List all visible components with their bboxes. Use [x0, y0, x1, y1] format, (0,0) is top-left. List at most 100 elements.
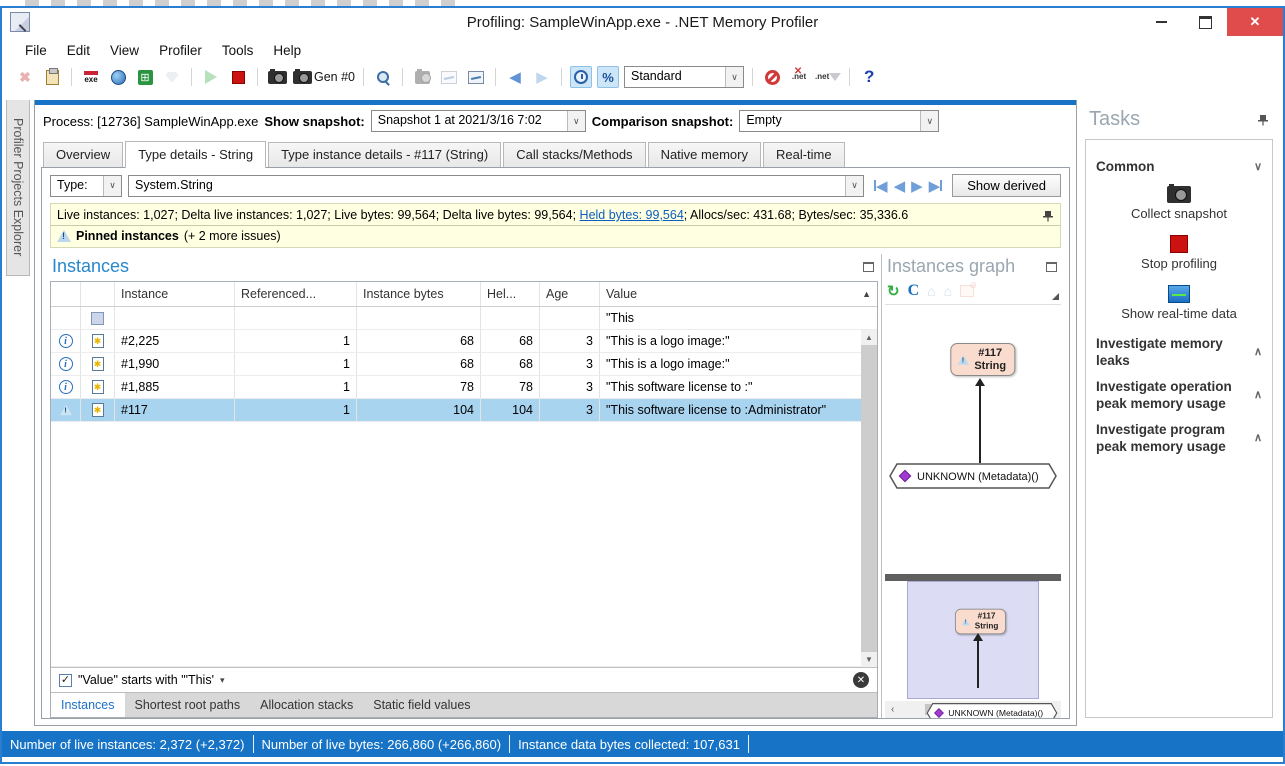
- help-icon[interactable]: ?: [858, 66, 880, 88]
- next-type-icon[interactable]: ▶: [911, 177, 923, 195]
- rotate-graph-icon[interactable]: C: [908, 282, 920, 300]
- collect-gen0-snapshot-icon[interactable]: Gen #0: [293, 66, 355, 88]
- compare-snapshots-icon[interactable]: [411, 66, 433, 88]
- col-age[interactable]: Age: [540, 282, 600, 306]
- tab-native-memory[interactable]: Native memory: [648, 142, 761, 167]
- scroll-down-icon[interactable]: ▼: [865, 652, 873, 667]
- graph-node-117[interactable]: #117String: [950, 343, 1015, 376]
- expand-referenced-icon[interactable]: ⌂: [944, 283, 952, 299]
- abort-session-icon[interactable]: ✖: [14, 66, 36, 88]
- table-row[interactable]: i ✱ #2,225 1 68 68 3 "This is a logo ima…: [51, 330, 877, 353]
- type-name-combobox[interactable]: System.String∨: [128, 175, 864, 197]
- block-allocations-icon[interactable]: [761, 66, 783, 88]
- col-held[interactable]: Hel...: [481, 282, 540, 306]
- panel-splitter[interactable]: [878, 254, 885, 718]
- tasks-section-common[interactable]: Common∨: [1096, 158, 1262, 176]
- tab-type-details[interactable]: Type details - String: [125, 141, 266, 168]
- info-icon[interactable]: i: [59, 380, 73, 394]
- col-value[interactable]: Value▲: [600, 282, 877, 306]
- collect-snapshot-task[interactable]: Collect snapshot: [1096, 186, 1262, 221]
- btab-instances[interactable]: Instances: [51, 693, 125, 717]
- filter-dropdown-icon[interactable]: ▾: [220, 675, 225, 686]
- show-rates-icon[interactable]: [570, 66, 592, 88]
- scroll-left-icon[interactable]: ‹: [885, 704, 900, 715]
- stop-profiling-icon[interactable]: [227, 66, 249, 88]
- navigate-back-icon[interactable]: ◀: [504, 66, 526, 88]
- profile-web-icon[interactable]: [107, 66, 129, 88]
- info-icon[interactable]: i: [59, 357, 73, 371]
- col-referenced[interactable]: Referenced...: [235, 282, 357, 306]
- export-excel-icon[interactable]: ⊞: [134, 66, 156, 88]
- import-session-icon[interactable]: [161, 66, 183, 88]
- clear-filter-icon[interactable]: ✕: [853, 672, 869, 688]
- scroll-thumb[interactable]: [861, 345, 877, 652]
- tasks-section-operation-peak[interactable]: Investigate operation peak memory usage∧: [1096, 378, 1262, 413]
- filter-kind-select[interactable]: Type:∨: [50, 175, 122, 197]
- navigate-forward-icon[interactable]: ▶: [531, 66, 553, 88]
- expand-referencers-icon[interactable]: ⌂: [927, 283, 935, 299]
- view-preset-select[interactable]: Standard∨: [624, 66, 744, 88]
- tab-type-instance-details[interactable]: Type instance details - #117 (String): [268, 142, 501, 167]
- last-type-icon[interactable]: ▶: [929, 177, 943, 195]
- filter-description[interactable]: "Value" starts with '"This': [78, 673, 214, 687]
- menu-help[interactable]: Help: [264, 40, 310, 61]
- paste-icon[interactable]: [41, 66, 63, 88]
- graph-maximize-icon[interactable]: [1046, 262, 1057, 272]
- table-row[interactable]: i ✱ #1,885 1 78 78 3 "This software lice…: [51, 376, 877, 399]
- tasks-section-program-peak[interactable]: Investigate program peak memory usage∧: [1096, 421, 1262, 456]
- show-percent-icon[interactable]: %: [597, 66, 619, 88]
- realtime-graph-icon[interactable]: [465, 66, 487, 88]
- tasks-section-memory-leaks[interactable]: Investigate memory leaks∧: [1096, 335, 1262, 370]
- table-row[interactable]: i ✱ #1,990 1 68 68 3 "This is a logo ima…: [51, 353, 877, 376]
- tab-call-stacks[interactable]: Call stacks/Methods: [503, 142, 645, 167]
- tab-real-time[interactable]: Real-time: [763, 142, 845, 167]
- menu-tools[interactable]: Tools: [213, 40, 263, 61]
- graph-minimap[interactable]: #117String UNKNOWN (Metadata)(): [907, 581, 1039, 699]
- maximize-button[interactable]: [1183, 8, 1227, 36]
- show-derived-button[interactable]: Show derived: [952, 174, 1061, 197]
- snapshot-chart-icon[interactable]: [438, 66, 460, 88]
- tab-overview[interactable]: Overview: [43, 142, 123, 167]
- filter-net-types-icon[interactable]: .net: [815, 66, 841, 88]
- instances-maximize-icon[interactable]: [863, 262, 874, 272]
- show-realtime-data-task[interactable]: Show real-time data: [1096, 285, 1262, 321]
- show-snapshot-select[interactable]: Snapshot 1 at 2021/3/16 7:02∨: [371, 110, 586, 132]
- hide-net-types-icon[interactable]: .net✕: [788, 66, 810, 88]
- filter-row[interactable]: "This: [51, 307, 877, 330]
- table-row-selected[interactable]: ✱ #117 1 104 104 3 "This software licens…: [51, 399, 877, 422]
- start-profiling-icon[interactable]: [200, 66, 222, 88]
- col-instance-bytes[interactable]: Instance bytes: [357, 282, 481, 306]
- btab-shortest-root-paths[interactable]: Shortest root paths: [125, 693, 251, 717]
- btab-static-field-values[interactable]: Static field values: [363, 693, 480, 717]
- graph-canvas[interactable]: #117String UNKNOWN (Metadata)(): [885, 304, 1061, 572]
- held-bytes-link[interactable]: Held bytes: 99,564: [580, 208, 684, 222]
- inspect-heap-icon[interactable]: [372, 66, 394, 88]
- profile-application-icon[interactable]: exe: [80, 66, 102, 88]
- info-icon[interactable]: i: [59, 334, 73, 348]
- pin-icon[interactable]: [1042, 210, 1054, 222]
- minimize-button[interactable]: [1139, 8, 1183, 36]
- first-type-icon[interactable]: ◀: [874, 177, 888, 195]
- menu-profiler[interactable]: Profiler: [150, 40, 211, 61]
- graph-splitter[interactable]: [885, 574, 1061, 581]
- instances-vertical-scrollbar[interactable]: ▲ ▼: [861, 330, 877, 667]
- collect-snapshot-icon[interactable]: [266, 66, 288, 88]
- col-instance[interactable]: Instance: [115, 282, 235, 306]
- refresh-graph-icon[interactable]: ↻: [887, 282, 900, 300]
- filter-checkbox[interactable]: ✓: [59, 674, 72, 687]
- stop-profiling-task[interactable]: Stop profiling: [1096, 235, 1262, 271]
- hide-nodes-icon[interactable]: [960, 285, 974, 297]
- filter-cell-icon[interactable]: [91, 312, 104, 325]
- menu-view[interactable]: View: [101, 40, 148, 61]
- menu-edit[interactable]: Edit: [58, 40, 99, 61]
- issues-line[interactable]: Pinned instances (+ 2 more issues): [51, 226, 1060, 247]
- comparison-snapshot-select[interactable]: Empty∨: [739, 110, 939, 132]
- filter-value-cell[interactable]: "This: [600, 307, 877, 329]
- graph-options-icon[interactable]: [1052, 293, 1059, 300]
- graph-root-node[interactable]: UNKNOWN (Metadata)(): [889, 463, 1057, 489]
- close-button[interactable]: [1227, 8, 1283, 36]
- scroll-up-icon[interactable]: ▲: [865, 330, 873, 345]
- previous-type-icon[interactable]: ◀: [894, 177, 906, 195]
- profiler-projects-explorer-tab[interactable]: Profiler Projects Explorer: [6, 100, 30, 276]
- btab-allocation-stacks[interactable]: Allocation stacks: [250, 693, 363, 717]
